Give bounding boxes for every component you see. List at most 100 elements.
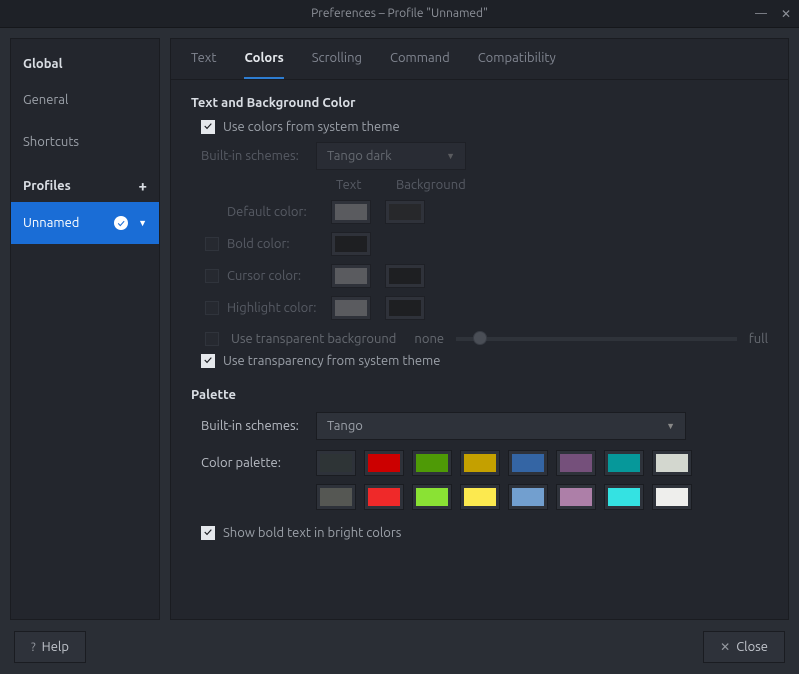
palette-color-0-7[interactable] <box>652 450 692 476</box>
checkbox-label: Use colors from system theme <box>223 120 400 134</box>
tab-command[interactable]: Command <box>390 51 450 79</box>
palette-swatch-inner <box>656 488 688 506</box>
palette-schemes-label: Built-in schemes: <box>201 419 316 433</box>
palette-swatch-inner <box>416 488 448 506</box>
default-bg-color-button[interactable] <box>385 200 425 224</box>
select-value: Tango dark <box>327 149 392 163</box>
profile-menu-icon[interactable]: ▼ <box>138 218 147 228</box>
palette-color-0-2[interactable] <box>412 450 452 476</box>
palette-schemes-select[interactable]: Tango ▼ <box>316 412 686 440</box>
header-bg-col: Background <box>396 178 466 192</box>
palette-color-0-3[interactable] <box>460 450 500 476</box>
palette-color-1-4[interactable] <box>508 484 548 510</box>
tab-label: Scrolling <box>312 51 362 65</box>
checkbox-use-system-transparency[interactable]: ✓ Use transparency from system theme <box>201 354 768 368</box>
builtin-schemes-select[interactable]: Tango dark ▼ <box>316 142 466 170</box>
sidebar-item-label: General <box>23 93 68 107</box>
sidebar-heading-label: Profiles <box>23 179 71 193</box>
color-swatch-inner <box>335 236 367 252</box>
default-profile-icon: ✓ <box>114 216 128 230</box>
builtin-schemes-label: Built-in schemes: <box>201 149 316 163</box>
palette-grid <box>316 450 692 510</box>
footer: ? Help ✕ Close <box>0 630 799 674</box>
bold-text-color-button[interactable] <box>331 232 371 256</box>
checkbox-label: Show bold text in bright colors <box>223 526 401 540</box>
palette-color-0-5[interactable] <box>556 450 596 476</box>
checkbox-icon[interactable]: ✓ <box>201 526 215 540</box>
palette-color-1-3[interactable] <box>460 484 500 510</box>
close-icon[interactable]: ✕ <box>781 7 791 21</box>
palette-color-1-1[interactable] <box>364 484 404 510</box>
palette-swatch-inner <box>608 488 640 506</box>
section-text-bg-title: Text and Background Color <box>191 96 768 110</box>
palette-row-1 <box>316 450 692 476</box>
palette-swatch-inner <box>416 454 448 472</box>
default-text-color-button[interactable] <box>331 200 371 224</box>
row-cursor-color: Cursor color: <box>205 264 768 288</box>
bold-color-checkbox[interactable] <box>205 237 219 251</box>
sidebar-item-profile-unnamed[interactable]: Unnamed ✓ ▼ <box>11 202 159 244</box>
color-palette-label: Color palette: <box>201 450 316 470</box>
tab-label: Compatibility <box>478 51 556 65</box>
sidebar-item-label: Shortcuts <box>23 135 79 149</box>
slider-none-label: none <box>414 332 444 346</box>
checkbox-label: Use transparency from system theme <box>223 354 440 368</box>
checkbox-use-system-colors[interactable]: ✓ Use colors from system theme <box>201 120 768 134</box>
chevron-down-icon: ▼ <box>666 421 675 431</box>
palette-color-1-7[interactable] <box>652 484 692 510</box>
sidebar-item-shortcuts[interactable]: Shortcuts <box>11 121 159 163</box>
tab-scrolling[interactable]: Scrolling <box>312 51 362 79</box>
palette-color-0-4[interactable] <box>508 450 548 476</box>
cursor-color-label: Cursor color: <box>227 269 331 283</box>
palette-row-2 <box>316 484 692 510</box>
cursor-bg-color-button[interactable] <box>385 264 425 288</box>
checkbox-icon[interactable]: ✓ <box>201 120 215 134</box>
highlight-bg-color-button[interactable] <box>385 296 425 320</box>
highlight-color-label: Highlight color: <box>227 301 331 315</box>
palette-swatch-inner <box>560 454 592 472</box>
tab-compatibility[interactable]: Compatibility <box>478 51 556 79</box>
palette-swatch-inner <box>320 488 352 506</box>
help-button[interactable]: ? Help <box>14 631 86 663</box>
chevron-down-icon: ▼ <box>446 151 455 161</box>
titlebar: Preferences – Profile "Unnamed" — ✕ <box>0 0 799 28</box>
sidebar-item-general[interactable]: General <box>11 79 159 121</box>
main-panel: Text Colors Scrolling Command Compatibil… <box>170 38 789 620</box>
transparency-slider[interactable] <box>456 337 737 341</box>
color-swatch-inner <box>335 300 367 316</box>
button-label: Close <box>736 640 768 654</box>
tab-colors[interactable]: Colors <box>244 51 283 79</box>
palette-color-0-6[interactable] <box>604 450 644 476</box>
color-swatch-inner <box>389 268 421 284</box>
transparent-bg-checkbox[interactable] <box>205 332 219 346</box>
highlight-color-checkbox[interactable] <box>205 301 219 315</box>
row-palette-builtin-schemes: Built-in schemes: Tango ▼ <box>201 412 768 440</box>
sidebar-item-label: Unnamed <box>23 216 79 230</box>
palette-color-0-0[interactable] <box>316 450 356 476</box>
profile-indicators: ✓ ▼ <box>114 216 147 230</box>
color-column-headers: Text Background <box>336 178 768 192</box>
cursor-text-color-button[interactable] <box>331 264 371 288</box>
add-profile-icon[interactable]: + <box>139 177 147 194</box>
cursor-color-checkbox[interactable] <box>205 269 219 283</box>
close-icon: ✕ <box>720 640 730 654</box>
palette-color-1-5[interactable] <box>556 484 596 510</box>
minimize-icon[interactable]: — <box>755 7 767 21</box>
sidebar-heading-label: Global <box>23 57 63 71</box>
header-text-col: Text <box>336 178 376 192</box>
row-builtin-schemes: Built-in schemes: Tango dark ▼ <box>201 142 768 170</box>
palette-color-1-6[interactable] <box>604 484 644 510</box>
checkbox-show-bold-bright[interactable]: ✓ Show bold text in bright colors <box>201 526 768 540</box>
palette-swatch-inner <box>512 488 544 506</box>
slider-thumb[interactable] <box>473 331 487 345</box>
transparent-bg-label: Use transparent background <box>231 332 396 346</box>
palette-color-1-2[interactable] <box>412 484 452 510</box>
close-button[interactable]: ✕ Close <box>703 631 785 663</box>
checkbox-icon[interactable]: ✓ <box>201 354 215 368</box>
highlight-text-color-button[interactable] <box>331 296 371 320</box>
tab-text[interactable]: Text <box>191 51 216 79</box>
content-area: Global General Shortcuts Profiles + Unna… <box>0 28 799 630</box>
select-value: Tango <box>327 419 363 433</box>
palette-color-1-0[interactable] <box>316 484 356 510</box>
palette-color-0-1[interactable] <box>364 450 404 476</box>
